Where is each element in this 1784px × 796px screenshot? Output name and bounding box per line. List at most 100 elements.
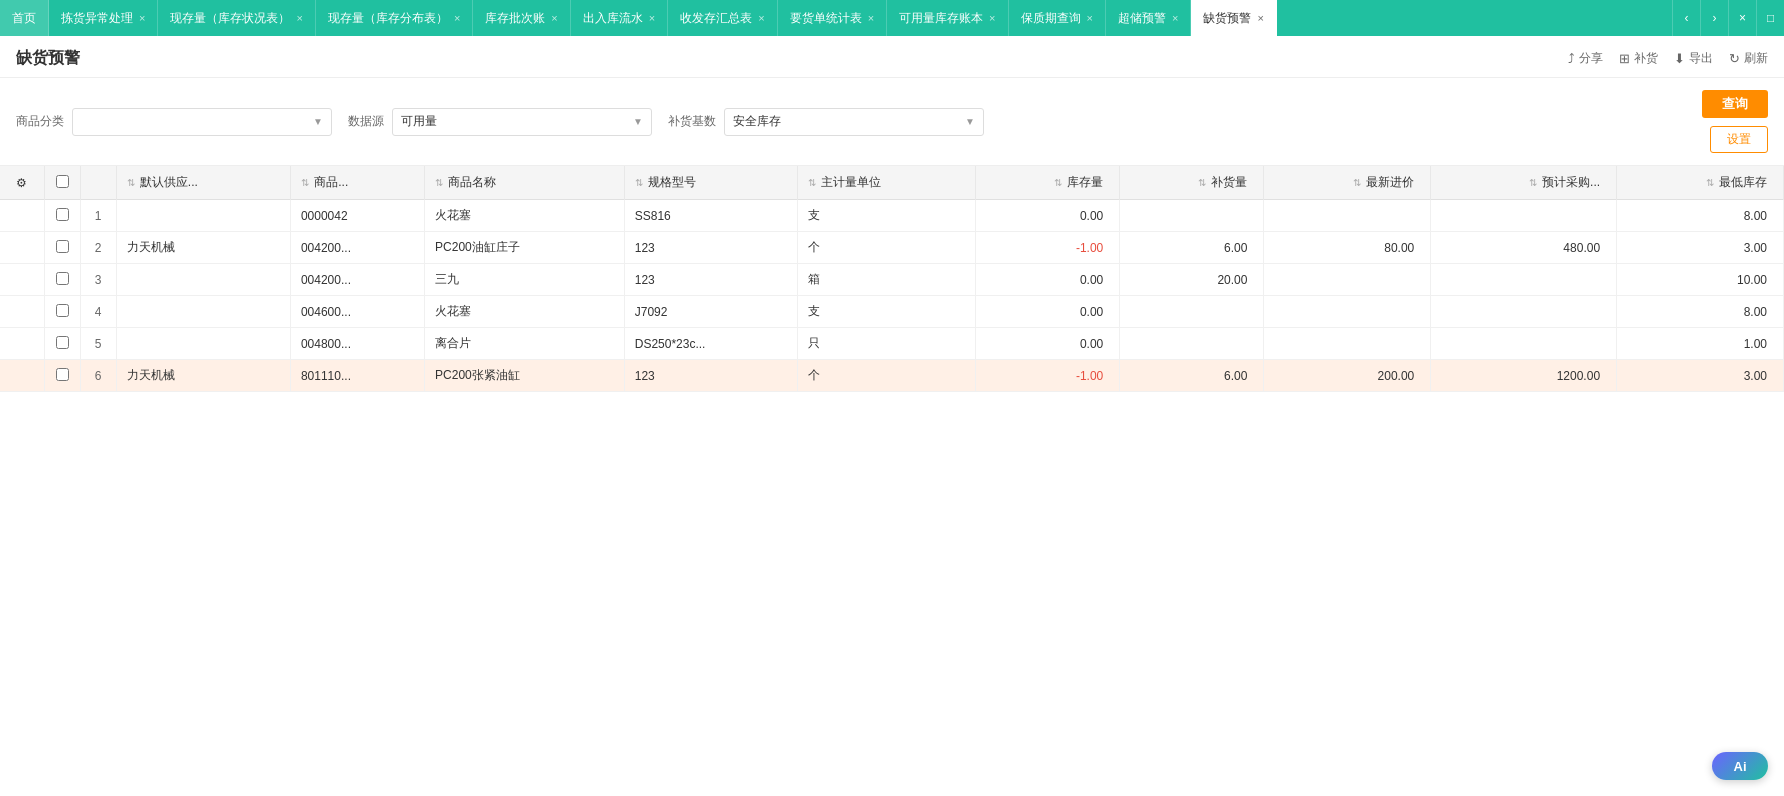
share-icon: ⤴: [1568, 51, 1575, 66]
close-tab-overstock-warn[interactable]: ×: [1172, 12, 1178, 24]
close-tab-shortage-warn[interactable]: ×: [1257, 12, 1263, 24]
select-all-checkbox[interactable]: [56, 175, 69, 188]
refresh-icon: ↻: [1729, 51, 1740, 66]
replenish-base-dropdown-icon: ▼: [965, 116, 975, 127]
tab-collect-summary[interactable]: 收发存汇总表 ×: [668, 0, 777, 36]
tab-stock-status[interactable]: 现存量（库存状况表） ×: [158, 0, 315, 36]
col-stock[interactable]: ⇅ 库存量: [976, 166, 1120, 200]
row-checkbox-cell: [44, 296, 80, 328]
row-latest-price: [1264, 264, 1431, 296]
name-sort-icon: ⇅: [435, 177, 443, 188]
refresh-button[interactable]: ↻ 刷新: [1729, 50, 1768, 67]
row-est-purchase: [1431, 264, 1617, 296]
replenish-base-select[interactable]: 安全库存 ▼: [724, 108, 984, 136]
col-latest-price[interactable]: ⇅ 最新进价: [1264, 166, 1431, 200]
replenish-base-filter-group: 补货基数 安全库存 ▼: [668, 108, 984, 136]
table-row: 6 力天机械 801110... PC200张紧油缸 123 个 -1.00 6…: [0, 360, 1784, 392]
col-code[interactable]: ⇅ 商品...: [290, 166, 424, 200]
tab-shortage-warn[interactable]: 缺货预警 ×: [1191, 0, 1276, 36]
row-code: 004800...: [290, 328, 424, 360]
page-body: 缺货预警 ⤴ 分享 ⊞ 补货 ⬇ 导出 ↻ 刷新 商品分类: [0, 36, 1784, 796]
datasource-filter-group: 数据源 可用量 ▼: [348, 108, 652, 136]
query-button[interactable]: 查询: [1702, 90, 1768, 118]
close-tab-batch-account[interactable]: ×: [551, 12, 557, 24]
row-min-stock: 8.00: [1617, 200, 1784, 232]
row-supplier: [116, 200, 290, 232]
export-button[interactable]: ⬇ 导出: [1674, 50, 1713, 67]
tab-home[interactable]: 首页: [0, 0, 49, 36]
nav-prev-btn[interactable]: ‹: [1672, 0, 1700, 36]
close-tab-inout-flow[interactable]: ×: [649, 12, 655, 24]
category-select[interactable]: ▼: [72, 108, 332, 136]
row-name: 火花塞: [425, 200, 625, 232]
row-checkbox-2[interactable]: [56, 272, 69, 285]
col-unit[interactable]: ⇅ 主计量单位: [797, 166, 975, 200]
row-latest-price: [1264, 328, 1431, 360]
datasource-select[interactable]: 可用量 ▼: [392, 108, 652, 136]
row-checkbox-4[interactable]: [56, 336, 69, 349]
code-sort-icon: ⇅: [301, 177, 309, 188]
col-est-purchase[interactable]: ⇅ 预计采购...: [1431, 166, 1617, 200]
tab-expiry-query[interactable]: 保质期查询 ×: [1009, 0, 1106, 36]
close-tab-avail-account[interactable]: ×: [989, 12, 995, 24]
col-spec[interactable]: ⇅ 规格型号: [624, 166, 797, 200]
row-est-purchase: [1431, 296, 1617, 328]
close-tab-order-stat[interactable]: ×: [868, 12, 874, 24]
tab-defect-exception[interactable]: 拣货异常处理 ×: [49, 0, 158, 36]
row-spec: 123: [624, 232, 797, 264]
close-tab-expiry-query[interactable]: ×: [1087, 12, 1093, 24]
close-tab-collect-summary[interactable]: ×: [758, 12, 764, 24]
col-replenish[interactable]: ⇅ 补货量: [1120, 166, 1264, 200]
stock-sort-icon: ⇅: [1054, 177, 1062, 188]
row-name: PC200张紧油缸: [425, 360, 625, 392]
row-unit: 支: [797, 200, 975, 232]
tab-batch-account[interactable]: 库存批次账 ×: [473, 0, 570, 36]
row-unit: 只: [797, 328, 975, 360]
row-checkbox-1[interactable]: [56, 240, 69, 253]
row-replenish: [1120, 296, 1264, 328]
row-unit: 个: [797, 232, 975, 264]
nav-arrows: ‹ › × □: [1672, 0, 1784, 36]
row-min-stock: 10.00: [1617, 264, 1784, 296]
row-checkbox-5[interactable]: [56, 368, 69, 381]
row-latest-price: 200.00: [1264, 360, 1431, 392]
page-title: 缺货预警: [16, 48, 80, 69]
nav-collapse-btn[interactable]: ×: [1728, 0, 1756, 36]
col-seq: [80, 166, 116, 200]
row-unit: 个: [797, 360, 975, 392]
table-row: 4 004600... 火花塞 J7092 支 0.00 8.00: [0, 296, 1784, 328]
row-name: PC200油缸庄子: [425, 232, 625, 264]
tab-overstock-warn[interactable]: 超储预警 ×: [1106, 0, 1191, 36]
col-supplier[interactable]: ⇅ 默认供应...: [116, 166, 290, 200]
row-unit: 箱: [797, 264, 975, 296]
close-tab-stock-status[interactable]: ×: [296, 12, 302, 24]
row-supplier: 力天机械: [116, 232, 290, 264]
row-est-purchase: [1431, 200, 1617, 232]
row-checkbox-3[interactable]: [56, 304, 69, 317]
col-name[interactable]: ⇅ 商品名称: [425, 166, 625, 200]
replenish-button[interactable]: ⊞ 补货: [1619, 50, 1658, 67]
tab-stock-dist[interactable]: 现存量（库存分布表） ×: [316, 0, 473, 36]
tab-inout-flow[interactable]: 出入库流水 ×: [571, 0, 668, 36]
row-name: 三九: [425, 264, 625, 296]
row-replenish: 20.00: [1120, 264, 1264, 296]
tab-order-stat[interactable]: 要货单统计表 ×: [778, 0, 887, 36]
row-spec: SS816: [624, 200, 797, 232]
nav-expand-btn[interactable]: □: [1756, 0, 1784, 36]
ai-badge[interactable]: Ai: [1712, 752, 1768, 780]
row-supplier: [116, 328, 290, 360]
replenish-icon: ⊞: [1619, 51, 1630, 66]
close-tab-defect-exception[interactable]: ×: [139, 12, 145, 24]
share-button[interactable]: ⤴ 分享: [1568, 50, 1603, 67]
nav-next-btn[interactable]: ›: [1700, 0, 1728, 36]
col-settings[interactable]: ⚙: [0, 166, 44, 200]
close-tab-stock-dist[interactable]: ×: [454, 12, 460, 24]
tab-avail-account[interactable]: 可用量库存账本 ×: [887, 0, 1008, 36]
replenish-base-select-value: 安全库存: [733, 113, 957, 130]
row-supplier: 力天机械: [116, 360, 290, 392]
row-stock: -1.00: [976, 360, 1120, 392]
row-checkbox-0[interactable]: [56, 208, 69, 221]
filter-actions: 查询 设置: [1702, 90, 1768, 153]
col-min-stock[interactable]: ⇅ 最低库存: [1617, 166, 1784, 200]
settings-button[interactable]: 设置: [1710, 126, 1768, 153]
